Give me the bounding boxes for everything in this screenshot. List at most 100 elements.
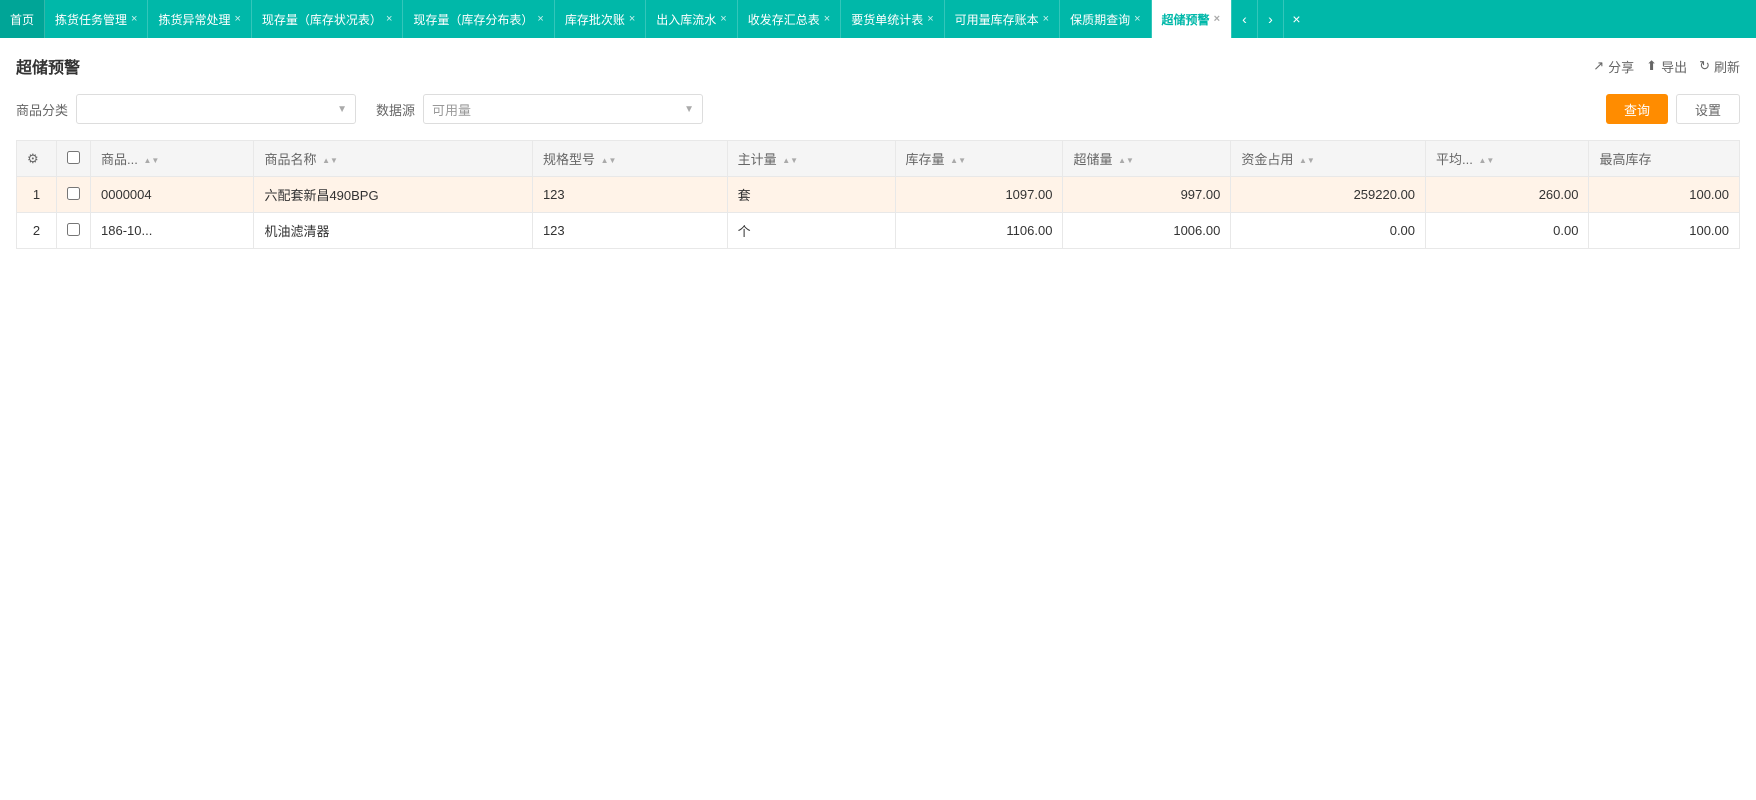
share-button[interactable]: ↗ 分享	[1593, 57, 1634, 76]
col-product-name-label: 商品名称	[264, 152, 316, 167]
datasource-select[interactable]: 可用量 ▼	[423, 94, 703, 124]
main-content: 超储预警 ↗ 分享 ⬆ 导出 ↻ 刷新 商品分类 ▼ 数据源	[0, 38, 1756, 800]
tab-inout-label: 出入库流水	[656, 11, 716, 28]
tab-task[interactable]: 拣货任务管理 ×	[45, 0, 148, 38]
tab-home[interactable]: 首页	[0, 0, 45, 38]
col-spec[interactable]: 规格型号 ▲▼	[532, 141, 727, 177]
query-button[interactable]: 查询	[1606, 94, 1668, 124]
tab-quality[interactable]: 保质期查询 ×	[1060, 0, 1151, 38]
table-header-row: ⚙ 商品... ▲▼ 商品名称 ▲▼ 规格型号 ▲▼ 主计	[17, 141, 1740, 177]
filter-actions: 查询 设置	[1606, 94, 1740, 124]
datasource-select-value: 可用量	[432, 100, 471, 119]
header-actions: ↗ 分享 ⬆ 导出 ↻ 刷新	[1593, 57, 1740, 76]
col-overstock-label: 超储量	[1073, 152, 1112, 167]
row-checkbox-2[interactable]	[57, 213, 91, 249]
page-header: 超储预警 ↗ 分享 ⬆ 导出 ↻ 刷新	[16, 54, 1740, 78]
data-table: ⚙ 商品... ▲▼ 商品名称 ▲▼ 规格型号 ▲▼ 主计	[16, 140, 1740, 249]
tab-batch[interactable]: 库存批次账 ×	[555, 0, 646, 38]
table-row: 1 0000004 六配套新昌490BPG 123 套 1097.00 997.…	[17, 177, 1740, 213]
nav-prev-arrow[interactable]: ‹	[1231, 0, 1257, 38]
col-capital-label: 资金占用	[1241, 152, 1293, 167]
tab-collect-close[interactable]: ×	[824, 13, 830, 25]
col-product-code-label: 商品...	[101, 152, 138, 167]
sort-icon-overstock: ▲▼	[1118, 157, 1134, 165]
tab-inventory-dist-close[interactable]: ×	[537, 13, 543, 25]
tab-available-close[interactable]: ×	[1043, 13, 1049, 25]
row-unit-2: 个	[727, 213, 895, 249]
page-title: 超储预警	[16, 54, 80, 78]
tab-inventory-status[interactable]: 现存量（库存状况表） ×	[252, 0, 403, 38]
settings-button[interactable]: 设置	[1676, 94, 1740, 124]
tab-overstock[interactable]: 超储预警 ×	[1152, 0, 1231, 38]
nav-more-arrow[interactable]: ×	[1283, 0, 1309, 38]
row-product-name-1: 六配套新昌490BPG	[254, 177, 533, 213]
tab-inventory-dist[interactable]: 现存量（库存分布表） ×	[403, 0, 554, 38]
row-num-1: 1	[17, 177, 57, 213]
tab-task-close[interactable]: ×	[131, 13, 137, 25]
col-product-name[interactable]: 商品名称 ▲▼	[254, 141, 533, 177]
col-select-all[interactable]	[57, 141, 91, 177]
tab-quality-close[interactable]: ×	[1134, 13, 1140, 25]
row-select-1[interactable]	[67, 187, 80, 200]
tab-inventory-status-label: 现存量（库存状况表）	[262, 11, 382, 28]
export-label: 导出	[1661, 57, 1687, 76]
tab-order-stat-close[interactable]: ×	[927, 13, 933, 25]
tab-order-stat[interactable]: 要货单统计表 ×	[841, 0, 944, 38]
col-spec-label: 规格型号	[543, 152, 595, 167]
row-overstock-2: 1006.00	[1063, 213, 1231, 249]
sort-icon-stock: ▲▼	[950, 157, 966, 165]
tab-overstock-close[interactable]: ×	[1214, 13, 1220, 25]
tab-inout[interactable]: 出入库流水 ×	[646, 0, 737, 38]
tab-overstock-label: 超储预警	[1162, 11, 1210, 28]
sort-icon-product-name: ▲▼	[322, 157, 338, 165]
tab-order-stat-label: 要货单统计表	[851, 11, 923, 28]
row-spec-1: 123	[532, 177, 727, 213]
tab-inventory-dist-label: 现存量（库存分布表）	[413, 11, 533, 28]
nav-next-arrow[interactable]: ›	[1257, 0, 1283, 38]
row-max-stock-2: 100.00	[1589, 213, 1740, 249]
tab-collect-label: 收发存汇总表	[748, 11, 820, 28]
row-max-stock-1: 100.00	[1589, 177, 1740, 213]
tab-batch-label: 库存批次账	[565, 11, 625, 28]
category-select[interactable]: ▼	[76, 94, 356, 124]
tab-available-label: 可用量库存账本	[955, 11, 1039, 28]
refresh-label: 刷新	[1714, 57, 1740, 76]
export-button[interactable]: ⬆ 导出	[1646, 57, 1687, 76]
row-overstock-1: 997.00	[1063, 177, 1231, 213]
row-stock-2: 1106.00	[895, 213, 1063, 249]
tab-inout-close[interactable]: ×	[720, 13, 726, 25]
select-all-checkbox[interactable]	[67, 151, 80, 164]
sort-icon-unit: ▲▼	[782, 157, 798, 165]
col-max-stock: 最高库存	[1589, 141, 1740, 177]
tab-available[interactable]: 可用量库存账本 ×	[945, 0, 1060, 38]
row-product-code-1: 0000004	[91, 177, 254, 213]
datasource-filter-label: 数据源	[376, 100, 415, 119]
col-product-code[interactable]: 商品... ▲▼	[91, 141, 254, 177]
col-stock-label: 库存量	[906, 152, 945, 167]
sort-icon-avg: ▲▼	[1479, 157, 1495, 165]
col-unit[interactable]: 主计量 ▲▼	[727, 141, 895, 177]
tab-batch-close[interactable]: ×	[629, 13, 635, 25]
row-unit-1: 套	[727, 177, 895, 213]
col-avg[interactable]: 平均... ▲▼	[1426, 141, 1589, 177]
tab-abnormal-close[interactable]: ×	[234, 13, 240, 25]
filter-row: 商品分类 ▼ 数据源 可用量 ▼ 查询 设置	[16, 94, 1740, 124]
col-settings[interactable]: ⚙	[17, 141, 57, 177]
col-stock[interactable]: 库存量 ▲▼	[895, 141, 1063, 177]
refresh-button[interactable]: ↻ 刷新	[1699, 57, 1740, 76]
sort-icon-spec: ▲▼	[601, 157, 617, 165]
col-unit-label: 主计量	[738, 152, 777, 167]
col-avg-label: 平均...	[1436, 152, 1473, 167]
table-settings-icon[interactable]: ⚙	[27, 151, 39, 166]
tab-collect[interactable]: 收发存汇总表 ×	[738, 0, 841, 38]
share-label: 分享	[1608, 57, 1634, 76]
row-select-2[interactable]	[67, 223, 80, 236]
row-checkbox-1[interactable]	[57, 177, 91, 213]
col-capital[interactable]: 资金占用 ▲▼	[1231, 141, 1426, 177]
datasource-filter: 数据源 可用量 ▼	[376, 94, 703, 124]
row-avg-1: 260.00	[1426, 177, 1589, 213]
tab-abnormal[interactable]: 拣货异常处理 ×	[148, 0, 251, 38]
col-overstock[interactable]: 超储量 ▲▼	[1063, 141, 1231, 177]
tab-inventory-status-close[interactable]: ×	[386, 13, 392, 25]
tab-abnormal-label: 拣货异常处理	[158, 11, 230, 28]
